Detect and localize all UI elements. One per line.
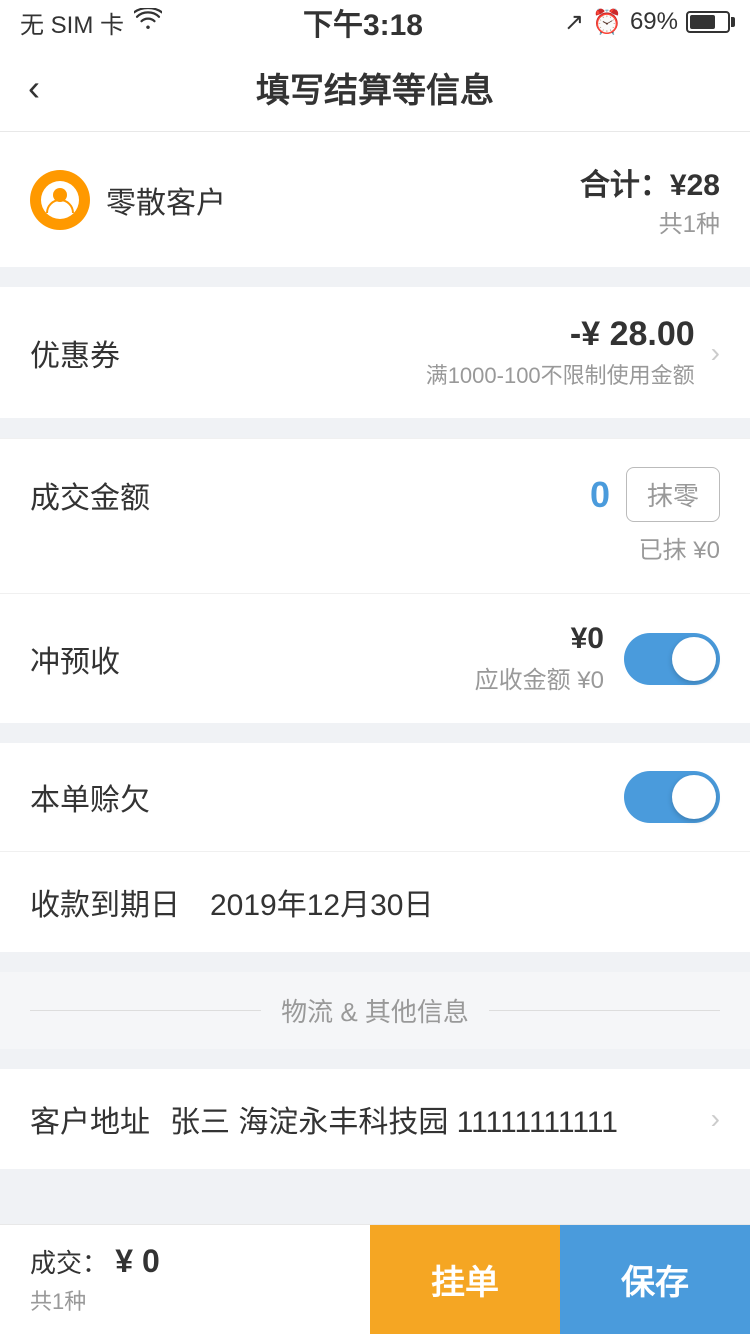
save-button-label: 保存 — [621, 1255, 689, 1304]
address-chevron: › — [711, 1103, 720, 1135]
precollect-values: ¥0 应收金额 ¥0 — [475, 622, 604, 695]
status-time: 下午3:18 — [303, 0, 423, 44]
bottom-deal-label: 成交： ¥ 0 — [30, 1243, 340, 1280]
duedate-row: 收款到期日 2019年12月30日 — [0, 851, 750, 952]
wifi-icon — [134, 8, 162, 37]
logistics-separator: 物流 & 其他信息 — [0, 972, 750, 1049]
coupon-section: 优惠券 -¥ 28.00 满1000-100不限制使用金额 › — [0, 287, 750, 418]
round-zero-button[interactable]: 抹零 — [626, 467, 720, 522]
debt-toggle[interactable] — [624, 771, 720, 823]
battery-fill — [690, 15, 715, 29]
duedate-value: 2019年12月30日 — [210, 880, 433, 924]
status-bar: 无 SIM 卡 下午3:18 ↗ ⏰ 69% — [0, 0, 750, 44]
gap-2 — [0, 418, 750, 438]
debt-row: 本单赊欠 — [0, 743, 750, 851]
content-area: 零散客户 合计：¥28 共1种 优惠券 -¥ 28.00 满1000-100不限… — [0, 132, 750, 1289]
precollect-sub-value: 应收金额 ¥0 — [475, 660, 604, 695]
gap-1 — [0, 267, 750, 287]
customer-section: 零散客户 合计：¥28 共1种 — [0, 132, 750, 267]
precollect-label: 冲预收 — [30, 637, 120, 681]
address-label: 客户地址 — [30, 1097, 150, 1141]
toggle-thumb — [672, 637, 716, 681]
address-section: 客户地址 张三 海淀永丰科技园 11111111111 › — [0, 1069, 750, 1169]
pending-button-label: 挂单 — [431, 1255, 499, 1304]
already-rounded: 已抹 ¥0 — [30, 530, 720, 565]
precollect-main-value: ¥0 — [475, 622, 604, 656]
precollect-row: 冲预收 ¥0 应收金额 ¥0 — [0, 593, 750, 723]
save-button[interactable]: 保存 — [560, 1225, 750, 1334]
customer-right: 合计：¥28 共1种 — [580, 160, 720, 239]
total-amount: 合计：¥28 — [580, 160, 720, 204]
address-value: 张三 海淀永丰科技园 11111111111 — [170, 1097, 618, 1141]
coupon-row[interactable]: 优惠券 -¥ 28.00 满1000-100不限制使用金额 › — [0, 287, 750, 418]
precollect-right: ¥0 应收金额 ¥0 — [475, 622, 720, 695]
debt-label: 本单赊欠 — [30, 775, 150, 819]
status-right: ↗ ⏰ 69% — [564, 8, 730, 37]
page-title: 填写结算等信息 — [256, 63, 494, 112]
total-count: 共1种 — [580, 204, 720, 239]
battery-percent: 69% — [630, 8, 678, 36]
sep-line-left — [30, 1010, 261, 1011]
back-button[interactable]: ‹ — [28, 67, 40, 109]
gap-3 — [0, 723, 750, 743]
address-left: 客户地址 张三 海淀永丰科技园 11111111111 — [30, 1097, 618, 1141]
deal-label-text: 成交： — [30, 1248, 108, 1278]
debt-toggle-thumb — [672, 775, 716, 819]
coupon-chevron: › — [711, 337, 720, 369]
amount-top: 成交金额 抹零 — [30, 467, 720, 522]
avatar-icon — [41, 181, 79, 219]
bottom-bar: 成交： ¥ 0 共1种 挂单 保存 — [0, 1224, 750, 1334]
coupon-label: 优惠券 — [30, 331, 120, 375]
customer-left: 零散客户 — [30, 170, 226, 230]
location-icon: ↗ — [564, 8, 584, 37]
bottom-count: 共1种 — [30, 1284, 340, 1316]
bottom-deal-amount: ¥ 0 — [115, 1243, 159, 1279]
no-sim-text: 无 SIM 卡 — [20, 5, 124, 40]
address-row[interactable]: 客户地址 张三 海淀永丰科技园 11111111111 › — [0, 1069, 750, 1169]
customer-avatar — [30, 170, 90, 230]
sep-line-right — [489, 1010, 720, 1011]
deal-amount-input[interactable] — [530, 474, 610, 516]
amount-input-area: 抹零 — [530, 467, 720, 522]
gap-4 — [0, 952, 750, 972]
coupon-amount: -¥ 28.00 — [426, 315, 695, 354]
battery-icon — [686, 11, 730, 33]
gap-5 — [0, 1049, 750, 1069]
pending-button[interactable]: 挂单 — [370, 1225, 560, 1334]
precollect-toggle[interactable] — [624, 633, 720, 685]
deal-amount-section: 成交金额 抹零 已抹 ¥0 冲预收 ¥0 应收金额 ¥0 — [0, 438, 750, 723]
nav-bar: ‹ 填写结算等信息 — [0, 44, 750, 132]
coupon-right: -¥ 28.00 满1000-100不限制使用金额 › — [426, 315, 720, 390]
alarm-icon: ⏰ — [592, 8, 622, 37]
customer-name: 零散客户 — [106, 178, 226, 222]
customer-row: 零散客户 合计：¥28 共1种 — [0, 132, 750, 267]
deal-amount-row: 成交金额 抹零 已抹 ¥0 — [0, 438, 750, 593]
logistics-label: 物流 & 其他信息 — [281, 992, 469, 1029]
coupon-desc: 满1000-100不限制使用金额 — [426, 358, 695, 390]
debt-section: 本单赊欠 收款到期日 2019年12月30日 — [0, 743, 750, 952]
status-left: 无 SIM 卡 — [20, 5, 162, 40]
deal-amount-label: 成交金额 — [30, 473, 150, 517]
bottom-info: 成交： ¥ 0 共1种 — [0, 1243, 370, 1316]
coupon-value-block: -¥ 28.00 满1000-100不限制使用金额 — [426, 315, 695, 390]
duedate-label: 收款到期日 — [30, 880, 180, 924]
